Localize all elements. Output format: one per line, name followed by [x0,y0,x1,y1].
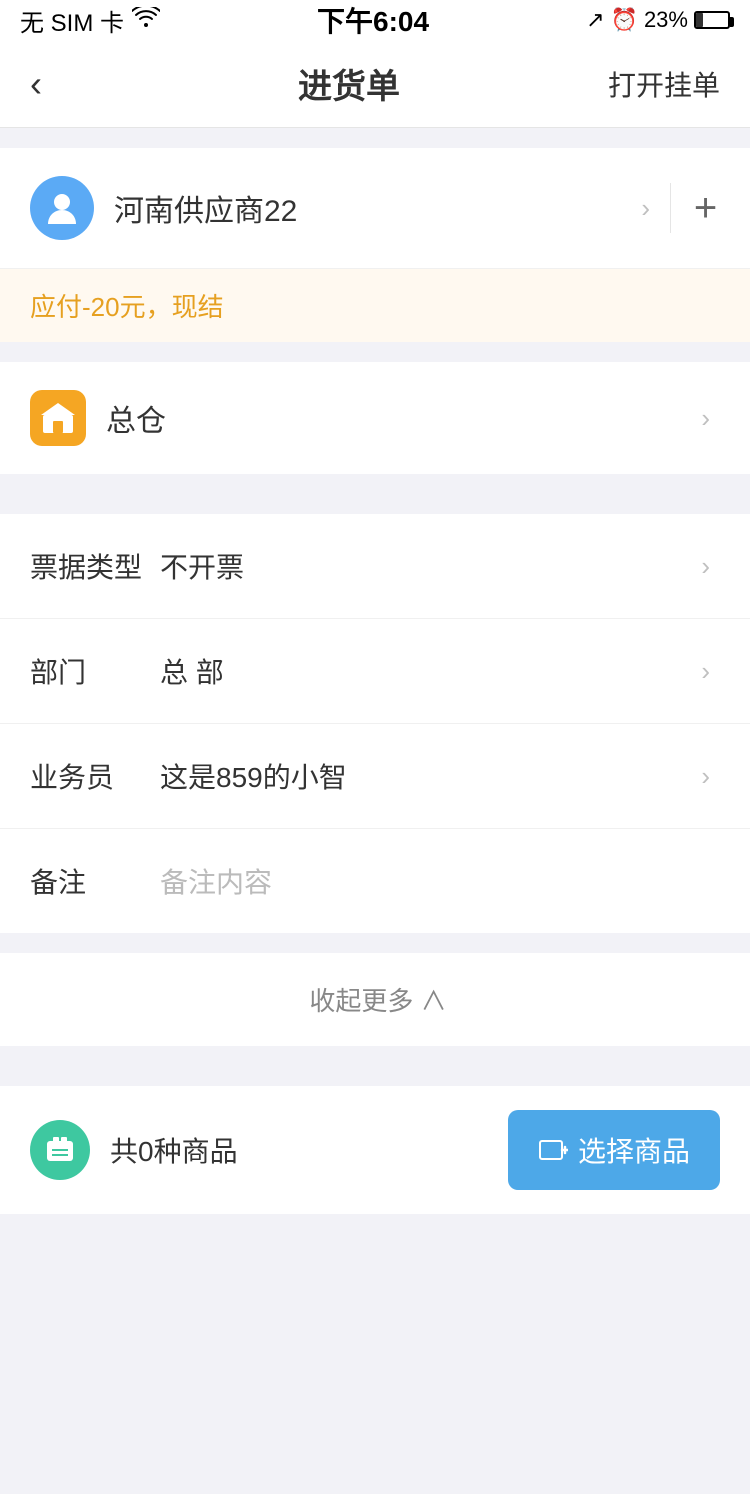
back-button[interactable]: ‹ [30,63,90,105]
product-icon [30,1120,90,1180]
salesperson-row[interactable]: 业务员 这是859的小智 › [0,724,750,829]
invoice-type-label: 票据类型 [30,546,160,586]
status-right: ↗ ⏰ 23% [586,7,730,33]
status-left: 无 SIM 卡 [20,3,160,38]
collapse-label: 收起更多 ∧ [309,981,446,1018]
add-supplier-button[interactable]: + [670,183,720,233]
location-icon: ↗ [586,7,604,33]
section-gap-2 [0,342,750,362]
status-bar: 无 SIM 卡 下午6:04 ↗ ⏰ 23% [0,0,750,40]
invoice-type-row[interactable]: 票据类型 不开票 › [0,514,750,619]
section-gap-3 [0,474,750,494]
open-pending-button[interactable]: 打开挂单 [608,64,720,104]
sim-status: 无 SIM 卡 [20,3,124,38]
form-section: 票据类型 不开票 › 部门 总 部 › 业务员 这是859的小智 › 备注 备注… [0,514,750,933]
bottom-area [0,1214,750,1494]
warehouse-chevron-icon: › [701,403,710,434]
department-chevron-icon: › [701,656,710,687]
section-gap-1 [0,128,750,148]
remark-value[interactable]: 备注内容 [160,861,720,901]
salesperson-value: 这是859的小智 [160,756,701,796]
warehouse-name: 总仓 [106,396,701,440]
supplier-notice: 应付-20元，现结 [0,269,750,342]
supplier-chevron-icon: › [641,193,650,224]
supplier-avatar [30,176,94,240]
alarm-icon: ⏰ [611,7,638,33]
supplier-name: 河南供应商22 [114,186,641,230]
remark-row[interactable]: 备注 备注内容 [0,829,750,933]
department-row[interactable]: 部门 总 部 › [0,619,750,724]
warehouse-icon [30,390,86,446]
wifi-icon [132,6,160,34]
invoice-type-value: 不开票 [160,546,701,586]
page-title: 进货单 [298,59,400,108]
invoice-type-chevron-icon: › [701,551,710,582]
select-product-label: 选择商品 [578,1130,690,1170]
salesperson-chevron-icon: › [701,761,710,792]
supplier-card: 河南供应商22 › + 应付-20元，现结 [0,148,750,342]
battery-percent: 23% [644,7,688,33]
department-label: 部门 [30,651,160,691]
select-product-button[interactable]: 选择商品 [508,1110,720,1190]
product-left: 共0种商品 [30,1120,238,1180]
supplier-row[interactable]: 河南供应商22 › + [0,148,750,269]
warehouse-row[interactable]: 总仓 › [0,362,750,474]
section-gap-4 [0,1046,750,1066]
status-time: 下午6:04 [317,0,429,40]
salesperson-label: 业务员 [30,756,160,796]
product-row: 共0种商品 选择商品 [0,1086,750,1214]
product-count: 共0种商品 [110,1130,238,1170]
nav-bar: ‹ 进货单 打开挂单 [0,40,750,128]
collapse-button[interactable]: 收起更多 ∧ [0,953,750,1046]
battery-icon [694,11,730,29]
remark-label: 备注 [30,861,160,901]
department-value: 总 部 [160,651,701,691]
